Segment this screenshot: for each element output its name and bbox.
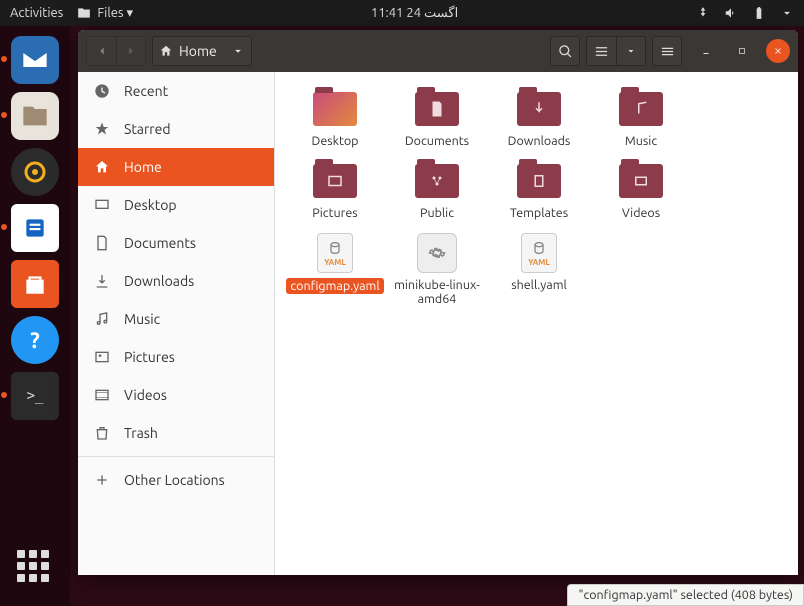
file-minikube[interactable]: minikube-linux-amd64 bbox=[389, 228, 485, 310]
sidebar-item-label: Home bbox=[124, 159, 162, 175]
sidebar-item-label: Downloads bbox=[124, 273, 194, 289]
dock-apps-grid[interactable] bbox=[17, 550, 53, 586]
file-shell-yaml[interactable]: YAMLshell.yaml bbox=[491, 228, 587, 310]
file-grid: Desktop Documents Downloads Music Pictur… bbox=[275, 72, 798, 575]
chevron-down-icon bbox=[231, 44, 245, 58]
maximize-button[interactable] bbox=[730, 39, 754, 63]
titlebar: Home bbox=[78, 30, 798, 72]
status-bar: "configmap.yaml" selected (408 bytes) bbox=[567, 584, 804, 606]
sidebar-item-label: Recent bbox=[124, 83, 168, 99]
sidebar-item-documents[interactable]: Documents bbox=[78, 224, 274, 262]
folder-downloads[interactable]: Downloads bbox=[491, 84, 587, 152]
folder-videos[interactable]: Videos bbox=[593, 156, 689, 224]
clock[interactable]: اگست 24 11:41 bbox=[133, 6, 696, 21]
dock-files[interactable] bbox=[11, 92, 59, 140]
app-menu-label: Files ▾ bbox=[97, 6, 133, 21]
sidebar-item-recent[interactable]: Recent bbox=[78, 72, 274, 110]
view-menu-button[interactable] bbox=[616, 36, 646, 66]
dock-thunderbird[interactable] bbox=[11, 36, 59, 84]
hamburger-button[interactable] bbox=[652, 36, 682, 66]
search-button[interactable] bbox=[550, 36, 580, 66]
network-icon[interactable] bbox=[696, 6, 710, 20]
sidebar-item-music[interactable]: Music bbox=[78, 300, 274, 338]
battery-icon[interactable] bbox=[752, 6, 766, 20]
file-label: Pictures bbox=[312, 206, 357, 220]
sidebar-item-videos[interactable]: Videos bbox=[78, 376, 274, 414]
location-bar[interactable]: Home bbox=[152, 36, 252, 66]
dock-libreoffice[interactable] bbox=[11, 204, 59, 252]
home-icon bbox=[159, 44, 173, 58]
view-list-button[interactable] bbox=[586, 36, 616, 66]
file-label: Downloads bbox=[508, 134, 571, 148]
file-label: Public bbox=[420, 206, 454, 220]
sidebar-item-other-locations[interactable]: Other Locations bbox=[78, 461, 274, 499]
sidebar-item-desktop[interactable]: Desktop bbox=[78, 186, 274, 224]
forward-button[interactable] bbox=[116, 36, 146, 66]
folder-icon bbox=[77, 6, 91, 20]
location-label: Home bbox=[179, 43, 217, 59]
sidebar-item-label: Desktop bbox=[124, 197, 177, 213]
sidebar-item-pictures[interactable]: Pictures bbox=[78, 338, 274, 376]
file-configmap-yaml[interactable]: YAMLconfigmap.yaml bbox=[287, 228, 383, 310]
file-label: Templates bbox=[510, 206, 568, 220]
dock-software[interactable] bbox=[11, 260, 59, 308]
sidebar-item-label: Videos bbox=[124, 387, 167, 403]
dock-help[interactable]: ? bbox=[11, 316, 59, 364]
dock-terminal[interactable]: >_ bbox=[11, 372, 59, 420]
sidebar-item-label: Trash bbox=[124, 425, 158, 441]
folder-documents[interactable]: Documents bbox=[389, 84, 485, 152]
folder-pictures[interactable]: Pictures bbox=[287, 156, 383, 224]
file-label: configmap.yaml bbox=[286, 278, 383, 294]
file-label: Desktop bbox=[312, 134, 359, 148]
sidebar-item-label: Other Locations bbox=[124, 472, 225, 488]
volume-icon[interactable] bbox=[724, 6, 738, 20]
sidebar-item-trash[interactable]: Trash bbox=[78, 414, 274, 452]
app-menu[interactable]: Files ▾ bbox=[77, 6, 133, 21]
gnome-topbar: Activities Files ▾ اگست 24 11:41 bbox=[0, 0, 804, 26]
file-label: shell.yaml bbox=[511, 278, 567, 292]
folder-desktop[interactable]: Desktop bbox=[287, 84, 383, 152]
dock-rhythmbox[interactable] bbox=[11, 148, 59, 196]
sidebar-item-label: Music bbox=[124, 311, 160, 327]
folder-public[interactable]: Public bbox=[389, 156, 485, 224]
chevron-down-icon[interactable] bbox=[780, 6, 794, 20]
sidebar-item-label: Starred bbox=[124, 121, 171, 137]
folder-music[interactable]: Music bbox=[593, 84, 689, 152]
dock: ? >_ bbox=[0, 26, 70, 606]
folder-templates[interactable]: Templates bbox=[491, 156, 587, 224]
sidebar: Recent Starred Home Desktop Documents Do… bbox=[78, 72, 275, 575]
sidebar-item-downloads[interactable]: Downloads bbox=[78, 262, 274, 300]
file-label: minikube-linux-amd64 bbox=[391, 278, 483, 306]
minimize-button[interactable] bbox=[694, 39, 718, 63]
file-label: Music bbox=[625, 134, 657, 148]
sidebar-item-label: Pictures bbox=[124, 349, 175, 365]
sidebar-item-label: Documents bbox=[124, 235, 196, 251]
sidebar-item-starred[interactable]: Starred bbox=[78, 110, 274, 148]
sidebar-item-home[interactable]: Home bbox=[78, 148, 274, 186]
activities-button[interactable]: Activities bbox=[10, 6, 63, 20]
nautilus-window: Home Recent Starred Home Desktop Documen… bbox=[78, 30, 798, 575]
file-label: Videos bbox=[622, 206, 660, 220]
back-button[interactable] bbox=[86, 36, 116, 66]
file-label: Documents bbox=[405, 134, 469, 148]
close-button[interactable] bbox=[766, 39, 790, 63]
